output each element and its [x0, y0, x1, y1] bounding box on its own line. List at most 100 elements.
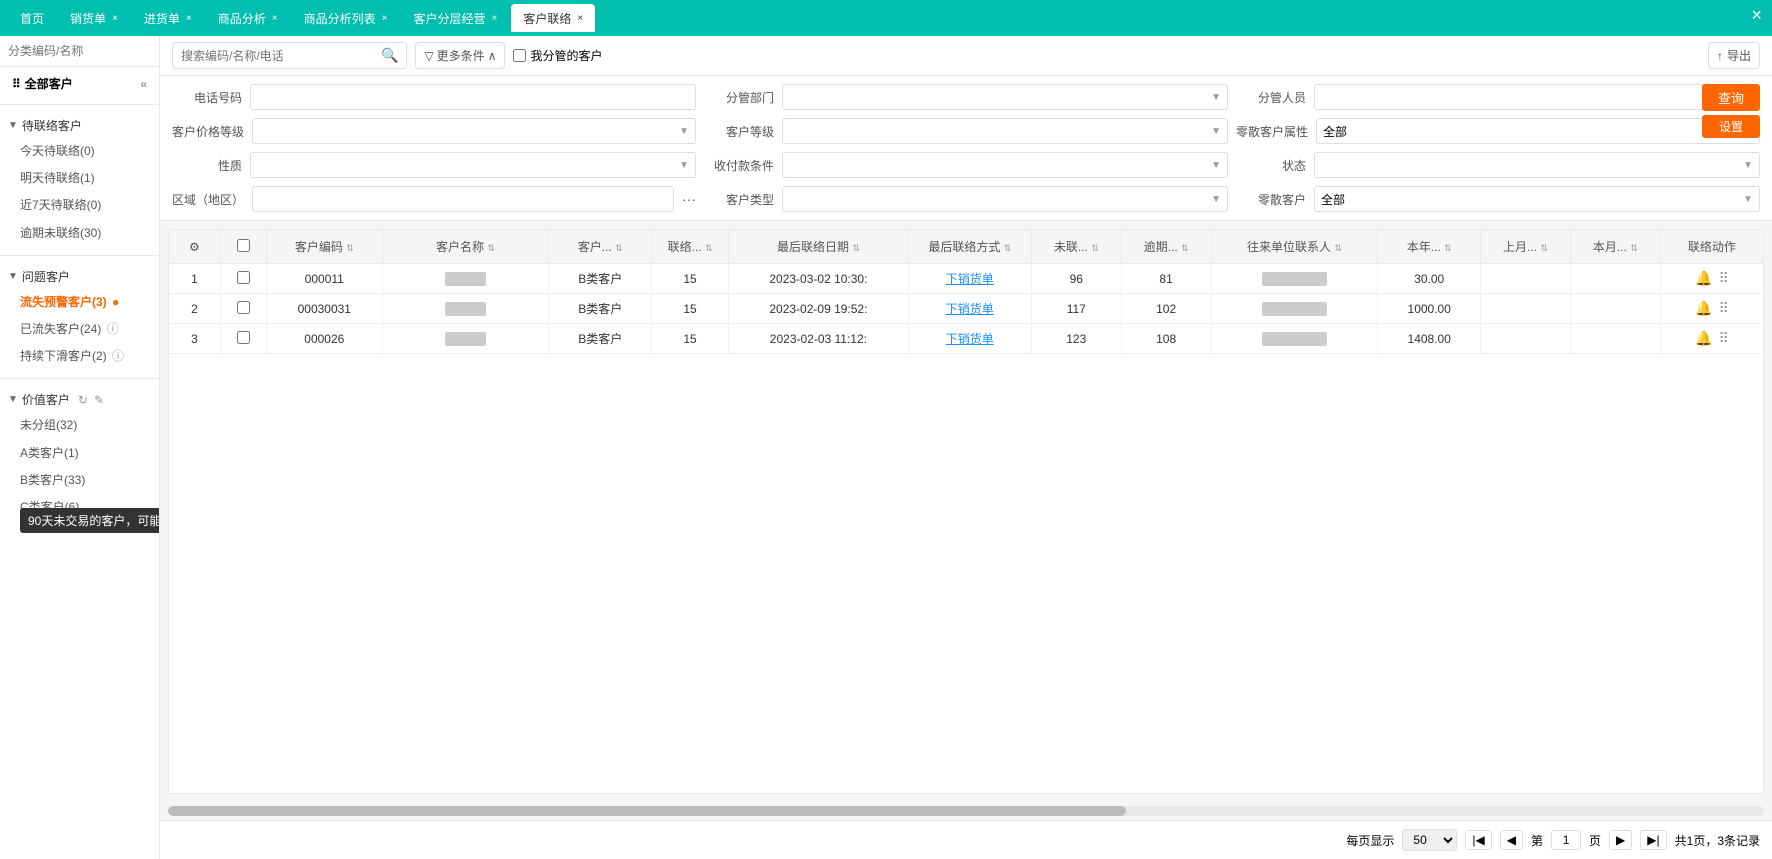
refresh-icon[interactable]: ↻ [78, 393, 88, 407]
row-checkbox[interactable] [237, 301, 250, 314]
filter-dept-select[interactable]: ▼ [782, 84, 1228, 110]
th-contact-person[interactable]: 往来单位联系人 ⇅ [1211, 230, 1378, 264]
sidebar-section-value-header[interactable]: ▼ 价值客户 ↻ ✎ [0, 387, 159, 412]
last-way-link[interactable]: 下销货单 [946, 302, 994, 316]
search-input[interactable] [173, 45, 373, 67]
th-last-date[interactable]: 最后联络日期 ⇅ [729, 230, 909, 264]
sidebar-item-ungrouped[interactable]: 未分组(32) [0, 412, 159, 439]
settings-button[interactable]: 设置 [1702, 115, 1760, 138]
th-type[interactable]: 客户... ⇅ [549, 230, 652, 264]
th-code[interactable]: 客户编码 ⇅ [267, 230, 383, 264]
more-filter-btn[interactable]: ▽ 更多条件 ∧ [415, 42, 505, 69]
close-icon[interactable]: × [112, 13, 118, 24]
filter-label-person: 分管人员 [1236, 89, 1306, 106]
sidebar-item-churned[interactable]: 已流失客户(24) ⓘ [0, 316, 159, 343]
edit-icon[interactable]: ✎ [94, 393, 104, 407]
last-page-btn[interactable]: ▶| [1640, 830, 1666, 850]
sidebar-section-pending: ▼ 待联络客户 今天待联络(0) 明天待联络(1) 近7天待联络(0) 逾期未联… [0, 109, 159, 251]
filter-status-select[interactable]: ▼ [1314, 152, 1760, 178]
tab-customer-layer[interactable]: 客户分层经营 × [401, 4, 509, 32]
sidebar-item-overdue[interactable]: 逾期未联络(30) [0, 220, 159, 247]
row-checkbox[interactable] [237, 331, 250, 344]
th-year-amount[interactable]: 本年... ⇅ [1378, 230, 1481, 264]
row-checkbox[interactable] [237, 271, 250, 284]
filter-payment-select[interactable]: ▼ [782, 152, 1228, 178]
close-all-btn[interactable]: × [1751, 6, 1762, 24]
close-icon[interactable]: × [186, 13, 192, 24]
th-uncontact[interactable]: 未联... ⇅ [1031, 230, 1121, 264]
data-table: ⚙ 客户编码 ⇅ 客户名称 ⇅ 客户... ⇅ 联络... ⇅ 最后联络日期 ⇅… [169, 230, 1763, 354]
first-page-btn[interactable]: |◀ [1465, 830, 1491, 850]
filter-row-nature: 性质 ▼ [172, 152, 696, 178]
sidebar-section-pending-header[interactable]: ▼ 待联络客户 [0, 113, 159, 138]
prev-page-btn[interactable]: ◀ [1500, 830, 1523, 850]
cell-checkbox[interactable] [220, 294, 266, 324]
sidebar-item-churn-warning[interactable]: 流失预警客户(3) ● [0, 289, 159, 316]
scrollbar-thumb[interactable] [168, 806, 1126, 816]
last-way-link[interactable]: 下销货单 [946, 332, 994, 346]
filter-retail-attr-select[interactable]: 全部 ▼ [1316, 118, 1760, 144]
tab-home[interactable]: 首页 [8, 4, 56, 32]
cell-num: 3 [169, 324, 220, 354]
more-action-icon[interactable]: ⠿ [1718, 300, 1728, 317]
export-button[interactable]: ↑ 导出 [1708, 42, 1760, 69]
sidebar-all-customers[interactable]: ⠿ 全部客户 « [0, 67, 159, 100]
close-icon[interactable]: × [382, 13, 388, 24]
close-icon[interactable]: × [577, 13, 583, 24]
th-contact-count[interactable]: 联络... ⇅ [652, 230, 729, 264]
sidebar-item-today[interactable]: 今天待联络(0) [0, 138, 159, 165]
sidebar-item-declining[interactable]: 持续下滑客户(2) ⓘ [0, 343, 159, 370]
tab-sales[interactable]: 销货单 × [58, 4, 130, 32]
next-page-btn[interactable]: ▶ [1609, 830, 1632, 850]
filter-retail-select[interactable]: 全部 ▼ [1314, 186, 1760, 212]
tab-product-analysis[interactable]: 商品分析 × [206, 4, 290, 32]
my-customers-checkbox-label[interactable]: 我分管的客户 [513, 47, 602, 64]
sidebar-section-problem-header[interactable]: ▼ 问题客户 [0, 264, 159, 289]
th-name[interactable]: 客户名称 ⇅ [382, 230, 549, 264]
cell-contact-count: 15 [652, 324, 729, 354]
tab-customer-contact[interactable]: 客户联络 × [511, 4, 595, 32]
contact-icon[interactable]: 🔔 [1695, 270, 1712, 287]
th-last-way[interactable]: 最后联络方式 ⇅ [908, 230, 1031, 264]
th-last-month[interactable]: 上月... ⇅ [1481, 230, 1571, 264]
filter-region-select[interactable] [252, 186, 674, 212]
filter-panel: 电话号码 分管部门 ▼ 分管人员 ··· 查询 设置 [160, 76, 1772, 221]
select-all-checkbox[interactable] [237, 239, 250, 252]
query-button[interactable]: 查询 [1702, 84, 1760, 111]
filter-nature-select[interactable]: ▼ [250, 152, 696, 178]
more-action-icon[interactable]: ⠿ [1718, 270, 1728, 287]
th-this-month[interactable]: 本月... ⇅ [1570, 230, 1660, 264]
tab-purchase[interactable]: 进货单 × [132, 4, 204, 32]
filter-price-level-select[interactable]: ▼ [252, 118, 696, 144]
filter-level-select[interactable]: ▼ [782, 118, 1228, 144]
contact-icon[interactable]: 🔔 [1695, 330, 1712, 347]
last-way-link[interactable]: 下销货单 [946, 272, 994, 286]
more-dots-icon[interactable]: ··· [682, 191, 696, 207]
sidebar-item-week[interactable]: 近7天待联络(0) [0, 192, 159, 219]
tab-product-analysis-list[interactable]: 商品分析列表 × [292, 4, 400, 32]
th-checkbox[interactable] [220, 230, 266, 264]
sidebar-search-input[interactable] [8, 44, 160, 58]
collapse-icon[interactable]: « [140, 77, 147, 91]
sidebar-item-tomorrow[interactable]: 明天待联络(1) [0, 165, 159, 192]
cell-last-way: 下销货单 [908, 324, 1031, 354]
close-icon[interactable]: × [491, 13, 497, 24]
cell-checkbox[interactable] [220, 264, 266, 294]
filter-phone-input[interactable] [250, 84, 696, 110]
close-icon[interactable]: × [272, 13, 278, 24]
horizontal-scrollbar[interactable] [168, 806, 1764, 816]
search-button[interactable]: 🔍 [373, 43, 406, 68]
filter-customer-type-select[interactable]: ▼ [782, 186, 1228, 212]
more-action-icon[interactable]: ⠿ [1718, 330, 1728, 347]
filter-person-input[interactable] [1314, 84, 1738, 110]
th-settings[interactable]: ⚙ [169, 230, 220, 264]
sidebar-item-class-a[interactable]: A类客户(1) [0, 440, 159, 467]
page-size-select[interactable]: 50 100 [1402, 829, 1457, 851]
page-number-input[interactable] [1551, 830, 1581, 850]
th-overdue[interactable]: 逾期... ⇅ [1121, 230, 1211, 264]
my-customers-checkbox[interactable] [513, 49, 526, 62]
cell-checkbox[interactable] [220, 324, 266, 354]
contact-icon[interactable]: 🔔 [1695, 300, 1712, 317]
cell-last-month [1481, 264, 1571, 294]
sidebar-item-class-b[interactable]: B类客户(33) [0, 467, 159, 494]
